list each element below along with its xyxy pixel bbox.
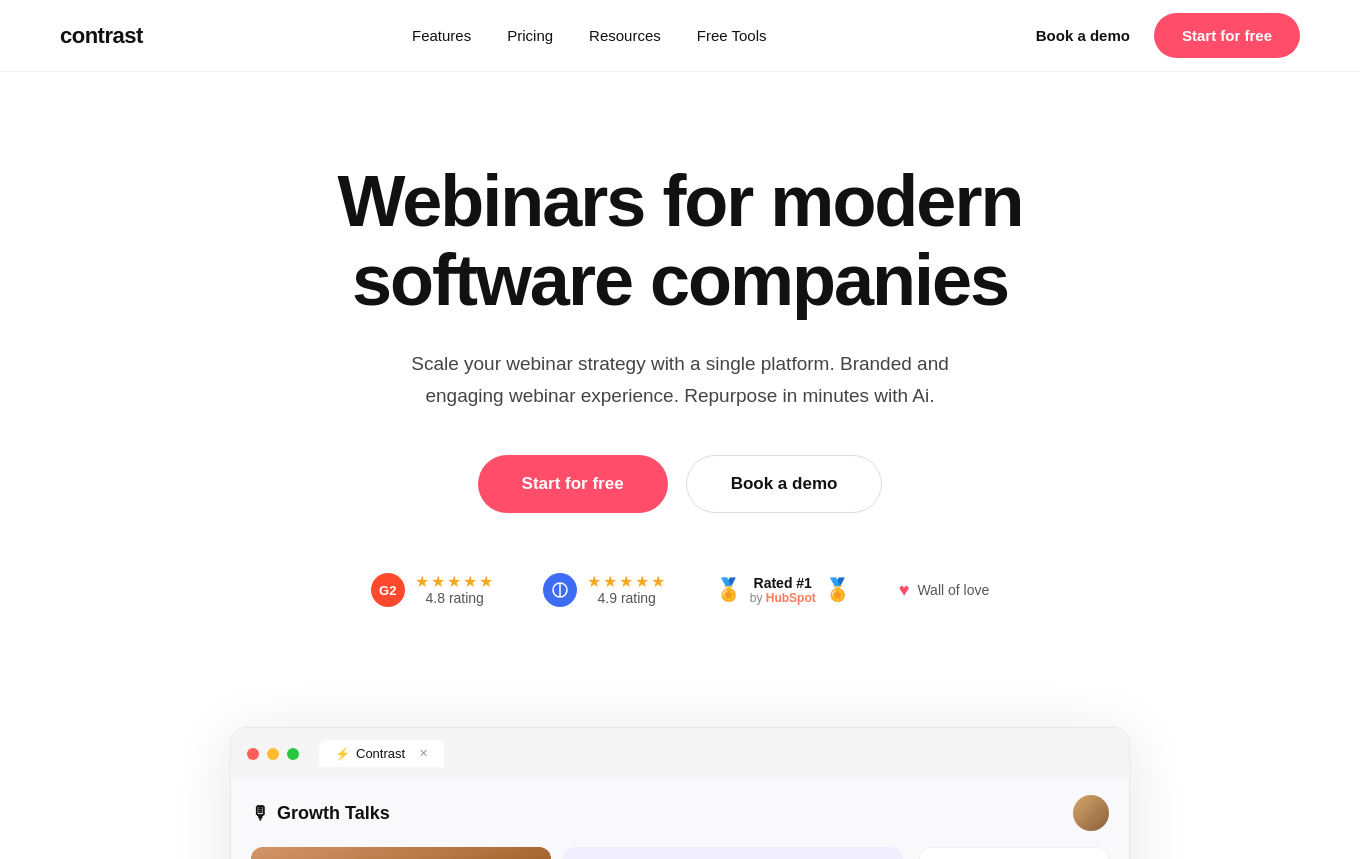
hubspot-name: HubSpot (766, 591, 816, 605)
app-title-text: Growth Talks (277, 803, 390, 824)
browser-dot-yellow (267, 748, 279, 760)
capterra-rating: ★★★★★ 4.9 rating (543, 573, 667, 607)
hero-buttons: Start for free Book a demo (40, 455, 1320, 513)
capterra-rating-text: 4.9 rating (587, 590, 667, 606)
video-container: POLL RESULTS Which marketing channel has… (251, 847, 903, 859)
laurel-left-icon: 🏅 (715, 577, 742, 603)
browser-frame: ⚡ Contrast ✕ 🎙 Growth Talks (230, 727, 1130, 859)
browser-tab: ⚡ Contrast ✕ (319, 740, 444, 767)
browser-tab-name: Contrast (356, 746, 405, 761)
g2-rating: G2 ★★★★★ 4.8 rating (371, 573, 495, 607)
browser-dot-green (287, 748, 299, 760)
nav-resources[interactable]: Resources (589, 27, 661, 44)
logo-text: contrast (60, 23, 143, 49)
book-demo-button[interactable]: Book a demo (1036, 27, 1130, 44)
poll-overlay: POLL RESULTS Which marketing channel has… (563, 847, 903, 859)
chat-panel: Live poll ▾ Hello! (919, 847, 1109, 859)
hero-book-demo-button[interactable]: Book a demo (686, 455, 883, 513)
app-preview: ⚡ Contrast ✕ 🎙 Growth Talks (190, 727, 1170, 859)
chat-header: Live poll ▾ (920, 848, 1108, 859)
app-title-bar: 🎙 Growth Talks (231, 779, 1129, 831)
logo: contrast (60, 23, 143, 49)
capterra-icon (543, 573, 577, 607)
g2-rating-text: 4.8 rating (415, 590, 495, 606)
wall-love-text: Wall of love (917, 582, 989, 598)
ratings-row: G2 ★★★★★ 4.8 rating ★★★★★ 4.9 rating 🏅 R… (40, 573, 1320, 607)
g2-stars: ★★★★★ (415, 574, 495, 590)
app-inner-content: POLL RESULTS Which marketing channel has… (231, 831, 1129, 859)
hero-start-free-button[interactable]: Start for free (478, 455, 668, 513)
app-title: 🎙 Growth Talks (251, 803, 390, 824)
hubspot-by-label: by HubSpot (750, 591, 816, 605)
capterra-stars: ★★★★★ (587, 574, 667, 590)
hero-section: Webinars for modern software companies S… (0, 72, 1360, 727)
hubspot-info: Rated #1 by HubSpot (750, 575, 816, 605)
nav-pricing[interactable]: Pricing (507, 27, 553, 44)
main-video (251, 847, 551, 859)
heart-icon: ♥ (899, 580, 910, 601)
wall-of-love[interactable]: ♥ Wall of love (899, 580, 990, 601)
tab-close-icon[interactable]: ✕ (419, 747, 428, 760)
hero-headline: Webinars for modern software companies (280, 162, 1080, 320)
g2-rating-info: ★★★★★ 4.8 rating (415, 574, 495, 606)
browser-dot-red (247, 748, 259, 760)
nav-right: Book a demo Start for free (1036, 13, 1300, 58)
hero-headline-line1: Webinars for modern (338, 161, 1023, 241)
navbar: contrast Features Pricing Resources Free… (0, 0, 1360, 72)
nav-links: Features Pricing Resources Free Tools (412, 27, 767, 44)
capterra-rating-info: ★★★★★ 4.9 rating (587, 574, 667, 606)
hubspot-rated: 🏅 Rated #1 by HubSpot 🏅 (715, 575, 851, 605)
hubspot-rated-label: Rated #1 (750, 575, 816, 591)
nav-free-tools[interactable]: Free Tools (697, 27, 767, 44)
hero-subtitle: Scale your webinar strategy with a singl… (380, 348, 980, 411)
start-free-button[interactable]: Start for free (1154, 13, 1300, 58)
app-user-avatar (1073, 795, 1109, 831)
browser-bar: ⚡ Contrast ✕ (231, 728, 1129, 779)
g2-icon: G2 (371, 573, 405, 607)
nav-features[interactable]: Features (412, 27, 471, 44)
hero-headline-line2: software companies (352, 240, 1008, 320)
laurel-right-icon: 🏅 (824, 577, 851, 603)
